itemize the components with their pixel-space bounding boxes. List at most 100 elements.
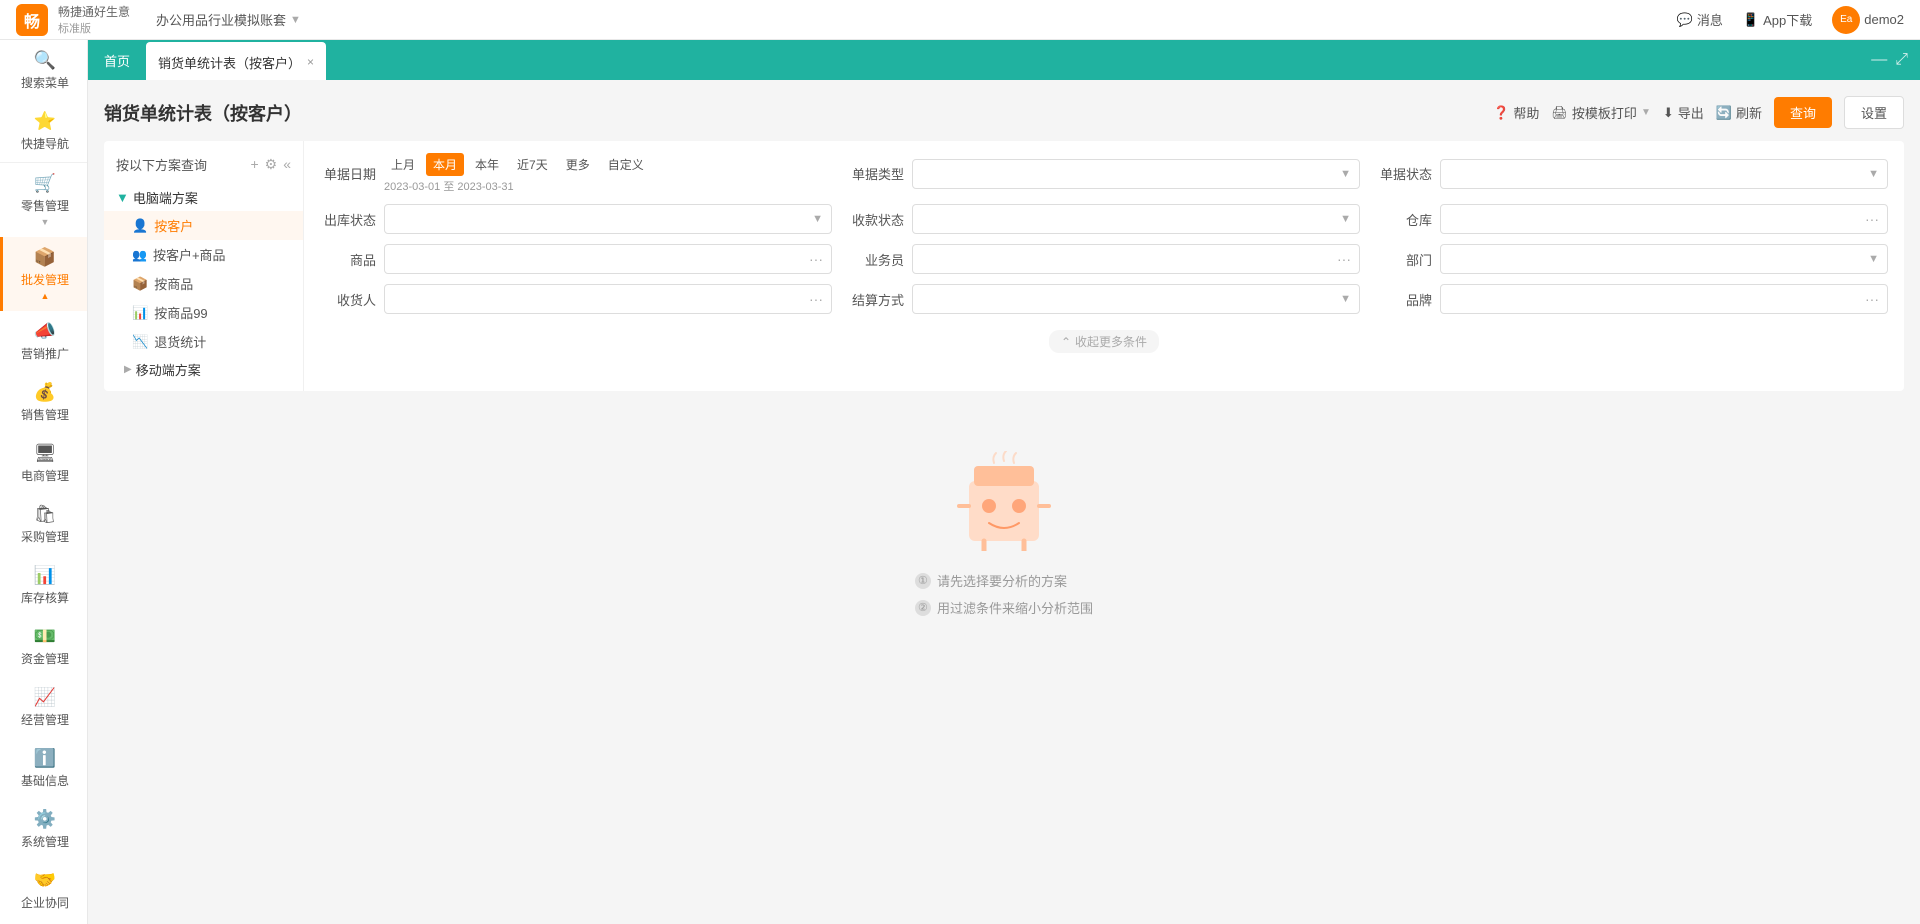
sidebar-item-retail[interactable]: 🛒 零售管理 ▼ [0, 163, 87, 237]
sidebar-item-finance[interactable]: 💵 资金管理 [0, 616, 87, 677]
app-download-btn[interactable]: 📱 App下载 [1743, 10, 1812, 29]
date-tab-more[interactable]: 更多 [559, 153, 597, 176]
scheme-pc-group-header[interactable]: ▼ 电脑端方案 [104, 184, 303, 211]
dept-dropdown-icon: ▼ [1868, 253, 1879, 265]
product-ellipsis-icon[interactable]: ··· [809, 251, 823, 267]
collapse-btn[interactable]: ⌃ 收起更多条件 [1049, 330, 1159, 353]
user-menu[interactable]: Ea demo2 [1832, 6, 1904, 34]
tab-minimize-btn[interactable]: — [1871, 51, 1887, 69]
export-btn[interactable]: ⬇ 导出 [1663, 103, 1704, 122]
scheme-mobile-group-header[interactable]: ▶ 移动端方案 [104, 356, 303, 383]
refresh-btn[interactable]: 🔄 刷新 [1716, 103, 1762, 122]
sidebar-item-system[interactable]: ⚙️ 系统管理 [0, 799, 87, 860]
sidebar-item-operation-label: 经营管理 [21, 711, 69, 728]
filter-settlement-field: 结算方式 ▼ [848, 284, 1360, 314]
message-icon: 💬 [1677, 12, 1693, 28]
filter-dept-field: 部门 ▼ [1376, 244, 1888, 274]
scheme-item-by-customer-label: 按客户 [154, 216, 193, 235]
doc-status-label: 单据状态 [1376, 164, 1432, 183]
scheme-add-btn[interactable]: + [250, 156, 258, 173]
scheme-item-by-customer[interactable]: 👤 按客户 [104, 211, 303, 240]
date-tab-this-month[interactable]: 本月 [426, 153, 464, 176]
doc-status-select[interactable]: ▼ [1440, 159, 1888, 189]
enterprise-icon: 🤝 [34, 870, 56, 891]
content-area: 首页 销货单统计表（按客户） × — ⤢ 销货单统计表（按客户） ❓ 帮助 [88, 40, 1920, 924]
app-info: 畅捷通好生意 标准版 [58, 3, 130, 36]
sidebar-quick-nav[interactable]: ⭐ 快捷导航 [0, 101, 87, 162]
warehouse-select[interactable]: ··· [1440, 204, 1888, 234]
help-icon: ❓ [1493, 105, 1509, 121]
query-btn[interactable]: 查询 [1774, 97, 1832, 128]
settings-btn[interactable]: 设置 [1844, 96, 1904, 129]
receiver-ellipsis-icon[interactable]: ··· [809, 291, 823, 307]
sidebar-item-basic[interactable]: ℹ️ 基础信息 [0, 738, 87, 799]
scheme-mobile-group-label: 移动端方案 [136, 360, 201, 379]
date-tab-last-month[interactable]: 上月 [384, 153, 422, 176]
scheme-settings-btn[interactable]: ⚙ [265, 156, 278, 173]
hint-num-1: ① [915, 573, 931, 589]
tab-home[interactable]: 首页 [88, 40, 146, 80]
industry-label: 办公用品行业模拟账套 [156, 10, 286, 29]
message-btn[interactable]: 💬 消息 [1677, 10, 1723, 29]
scheme-collapse-btn[interactable]: « [283, 156, 291, 173]
out-status-select[interactable]: ▼ [384, 204, 832, 234]
staff-select[interactable]: ··· [912, 244, 1360, 274]
staff-label: 业务员 [848, 250, 904, 269]
sidebar-item-marketing[interactable]: 📣 营销推广 [0, 311, 87, 372]
date-tab-custom[interactable]: 自定义 [601, 153, 651, 176]
tab-close-btn[interactable]: × [307, 55, 314, 69]
chevron-down-icon: ▼ [116, 190, 129, 205]
sidebar-item-operation[interactable]: 📈 经营管理 [0, 677, 87, 738]
collapse-row: ⌃ 收起更多条件 [320, 324, 1888, 359]
industry-selector[interactable]: 办公用品行业模拟账套 ▼ [156, 10, 301, 29]
sidebar-item-finance-label: 资金管理 [21, 650, 69, 667]
sidebar-item-purchase[interactable]: 🛍 采购管理 [0, 494, 87, 555]
scheme-pc-group: ▼ 电脑端方案 👤 按客户 👥 按客户+商品 📦 [104, 184, 303, 356]
date-tab-last7[interactable]: 近7天 [510, 153, 555, 176]
sidebar-item-inventory[interactable]: 📊 库存核算 [0, 555, 87, 616]
doc-status-dropdown-icon: ▼ [1868, 168, 1879, 180]
scheme-item-return-stats[interactable]: 📉 退货统计 [104, 327, 303, 356]
help-btn[interactable]: ❓ 帮助 [1493, 103, 1539, 122]
scheme-item-by-product99[interactable]: 📊 按商品99 [104, 298, 303, 327]
product-select[interactable]: ··· [384, 244, 832, 274]
date-tab-this-year[interactable]: 本年 [468, 153, 506, 176]
scheme-item-by-product[interactable]: 📦 按商品 [104, 269, 303, 298]
tab-actions: — ⤢ [1859, 51, 1920, 69]
scheme-product-icon: 📦 [132, 276, 148, 292]
sidebar-search[interactable]: 🔍 搜索菜单 [0, 40, 87, 101]
dept-label: 部门 [1376, 250, 1432, 269]
scheme-item-by-customer-product-label: 按客户+商品 [153, 245, 226, 264]
export-icon: ⬇ [1663, 105, 1674, 121]
sidebar-item-ecommerce[interactable]: 🖥 电商管理 [0, 433, 87, 494]
filter-row-3: 商品 ··· 业务员 ··· [320, 244, 1888, 274]
operation-icon: 📈 [34, 687, 56, 708]
empty-illustration [944, 451, 1064, 551]
receipt-status-label: 收款状态 [848, 210, 904, 229]
filter-panel: 按以下方案查询 + ⚙ « ▼ 电脑端方案 👤 [104, 141, 1904, 391]
doc-type-select[interactable]: ▼ [912, 159, 1360, 189]
receipt-status-select[interactable]: ▼ [912, 204, 1360, 234]
sidebar-item-sales[interactable]: 💰 销售管理 [0, 372, 87, 433]
settlement-dropdown-icon: ▼ [1340, 293, 1351, 305]
app-subtitle: 标准版 [58, 20, 130, 36]
sidebar-item-purchase-label: 采购管理 [21, 528, 69, 545]
tab-active[interactable]: 销货单统计表（按客户） × [146, 42, 326, 82]
dept-select[interactable]: ▼ [1440, 244, 1888, 274]
brand-ellipsis-icon[interactable]: ··· [1865, 291, 1879, 307]
scheme-product99-icon: 📊 [132, 305, 148, 321]
brand-select[interactable]: ··· [1440, 284, 1888, 314]
scheme-item-by-customer-product[interactable]: 👥 按客户+商品 [104, 240, 303, 269]
finance-icon: 💵 [34, 626, 56, 647]
settlement-select[interactable]: ▼ [912, 284, 1360, 314]
warehouse-ellipsis-icon[interactable]: ··· [1865, 211, 1879, 227]
template-print-btn[interactable]: 🖨 按模板打印 ▼ [1551, 103, 1650, 122]
sidebar-item-wholesale[interactable]: 📦 批发管理 ▲ [0, 237, 87, 311]
collapse-label: 收起更多条件 [1075, 333, 1147, 350]
receiver-select[interactable]: ··· [384, 284, 832, 314]
tab-maximize-btn[interactable]: ⤢ [1895, 51, 1908, 69]
empty-hint-2: ② 用过滤条件来缩小分析范围 [915, 598, 1093, 617]
warehouse-label: 仓库 [1376, 210, 1432, 229]
sidebar-item-enterprise[interactable]: 🤝 企业协同 [0, 860, 87, 921]
staff-ellipsis-icon[interactable]: ··· [1337, 251, 1351, 267]
